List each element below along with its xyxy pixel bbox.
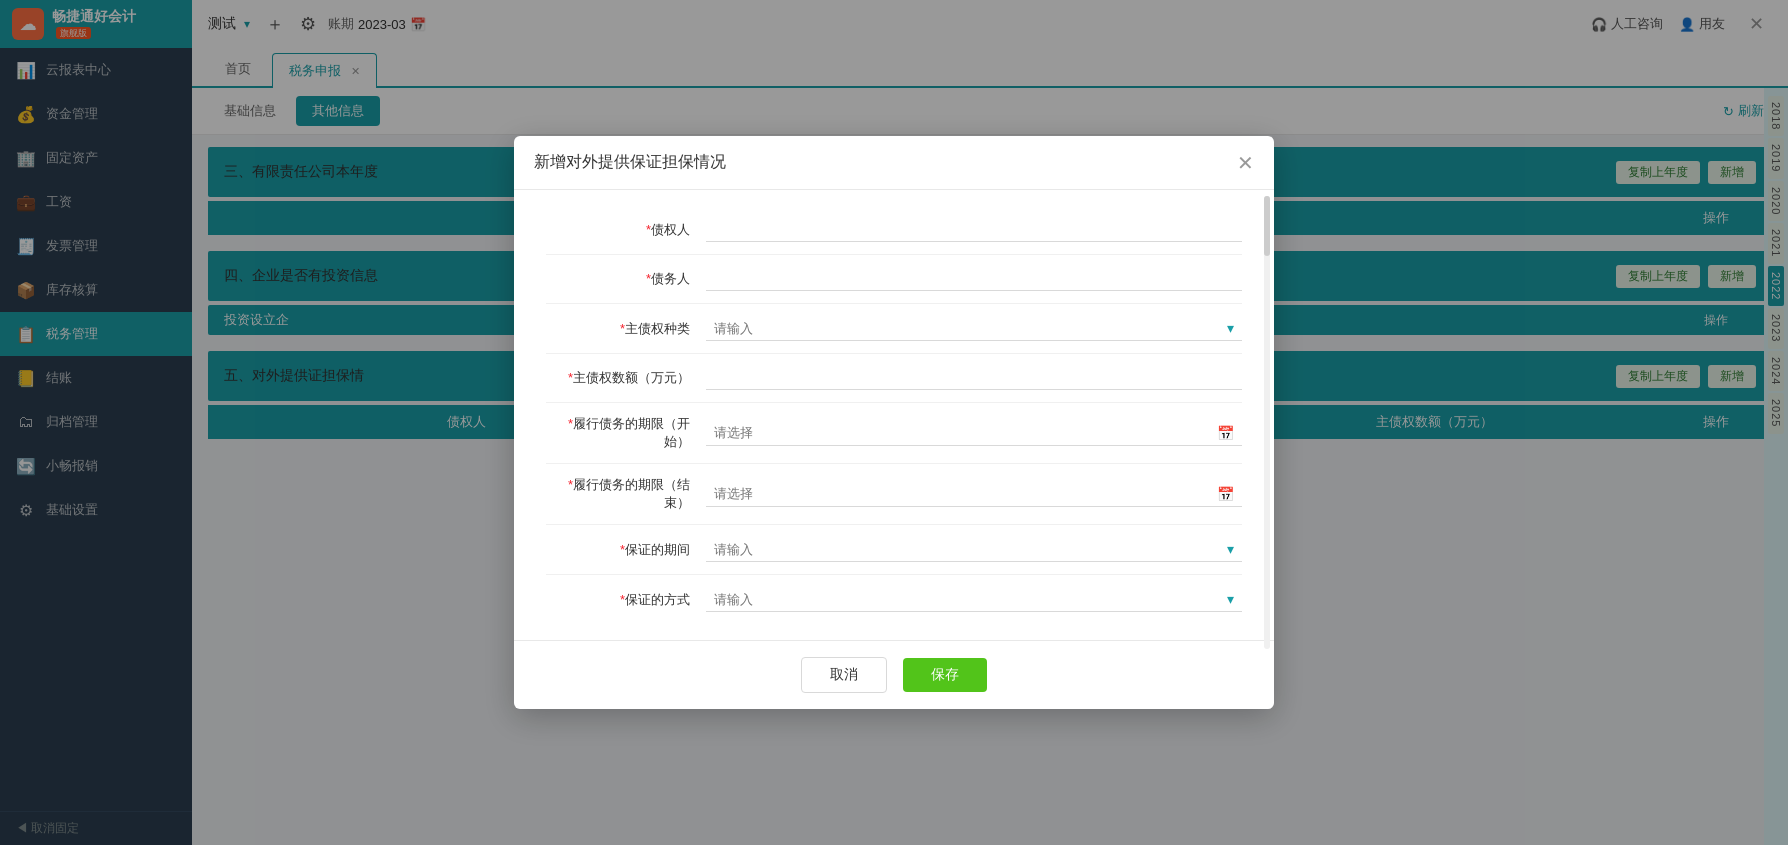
modal-title: 新增对外提供保证担保情况 [534,152,726,173]
field-debt-type: *主债权种类 ▾ [546,304,1242,354]
modal: 新增对外提供保证担保情况 ✕ *债权人 *债务人 * [514,136,1274,709]
debtor-input[interactable] [706,267,1242,291]
guarantee-period-label: *保证的期间 [546,541,706,559]
date-start-picker[interactable]: 📅 [706,421,1242,446]
field-debt-amount: *主债权数额（万元） [546,354,1242,403]
guarantee-period-input[interactable] [714,542,1227,557]
creditor-input[interactable] [706,218,1242,242]
save-button[interactable]: 保存 [903,658,987,692]
field-guarantee-period: *保证的期间 ▾ [546,525,1242,575]
field-date-end: *履行债务的期限（结束） 📅 [546,464,1242,525]
date-end-label: *履行债务的期限（结束） [546,476,706,512]
modal-body: *债权人 *债务人 *主债权种类 ▾ [514,190,1274,640]
guarantee-method-input[interactable] [714,592,1227,607]
debtor-label: *债务人 [546,270,706,288]
field-debtor: *债务人 [546,255,1242,304]
field-guarantee-method: *保证的方式 ▾ [546,575,1242,624]
date-end-input[interactable] [714,486,1217,501]
modal-scrollbar-thumb [1264,196,1270,256]
debt-type-input[interactable] [714,321,1227,336]
modal-scrollbar [1264,196,1270,649]
chevron-down-period-icon: ▾ [1227,541,1234,557]
calendar-start-icon: 📅 [1217,425,1234,441]
debt-amount-input[interactable] [706,366,1242,390]
guarantee-period-select[interactable]: ▾ [706,537,1242,562]
cancel-button[interactable]: 取消 [801,657,887,693]
debt-amount-label: *主债权数额（万元） [546,369,706,387]
required-mark: * [646,222,651,237]
chevron-down-method-icon: ▾ [1227,591,1234,607]
guarantee-method-label: *保证的方式 [546,591,706,609]
date-end-picker[interactable]: 📅 [706,482,1242,507]
modal-footer: 取消 保存 [514,640,1274,709]
debt-type-label: *主债权种类 [546,320,706,338]
guarantee-method-select[interactable]: ▾ [706,587,1242,612]
date-start-input[interactable] [714,425,1217,440]
chevron-down-icon: ▾ [1227,320,1234,336]
modal-header: 新增对外提供保证担保情况 ✕ [514,136,1274,190]
required-mark: * [646,271,651,286]
modal-close-button[interactable]: ✕ [1237,153,1254,173]
field-date-start: *履行债务的期限（开始） 📅 [546,403,1242,464]
modal-overlay: 新增对外提供保证担保情况 ✕ *债权人 *债务人 * [0,0,1788,845]
calendar-end-icon: 📅 [1217,486,1234,502]
creditor-label: *债权人 [546,221,706,239]
debt-type-select[interactable]: ▾ [706,316,1242,341]
field-creditor: *债权人 [546,206,1242,255]
date-start-label: *履行债务的期限（开始） [546,415,706,451]
